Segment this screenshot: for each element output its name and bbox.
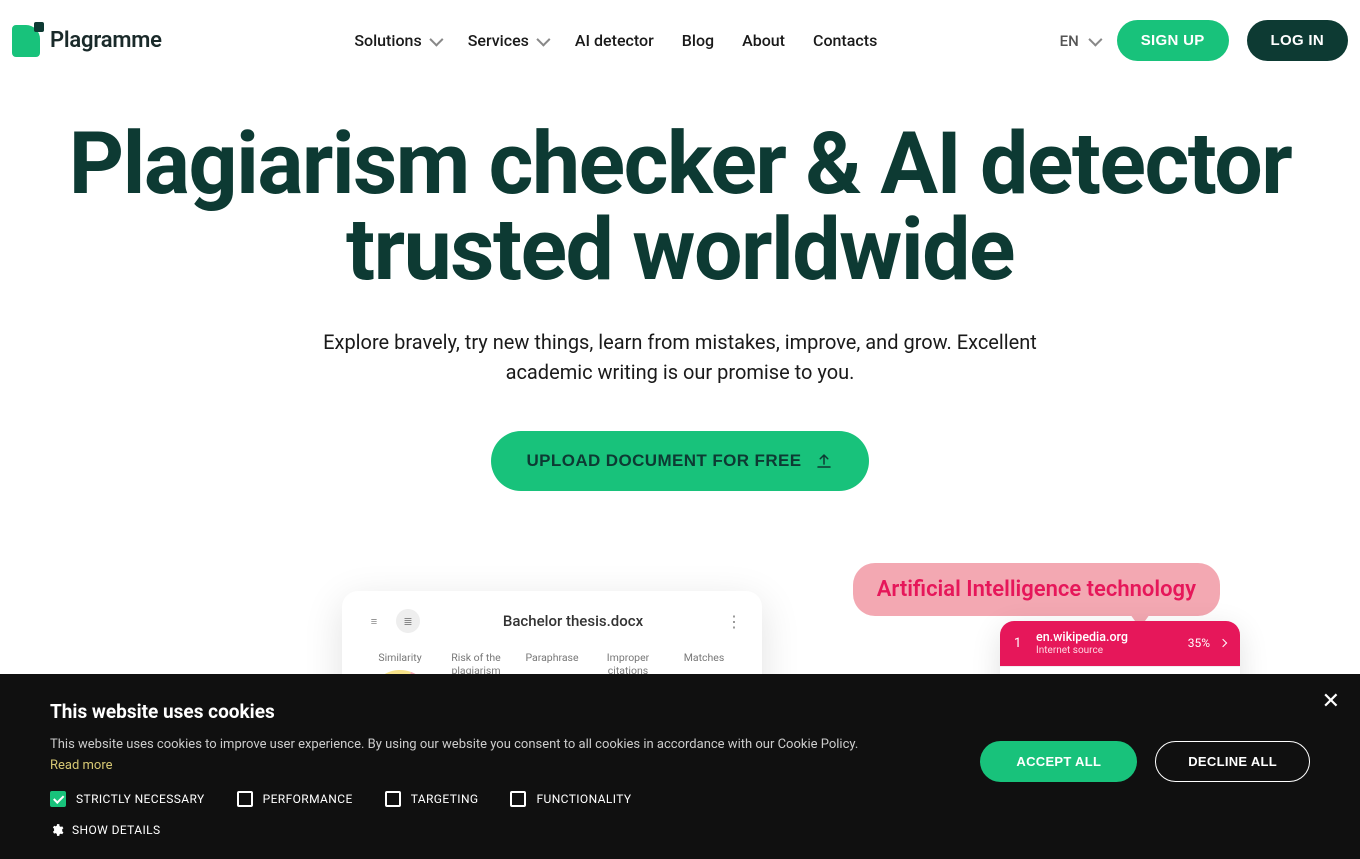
nav-ai-detector[interactable]: AI detector bbox=[575, 31, 654, 50]
metric-label: Similarity bbox=[362, 651, 438, 664]
source-domain: en.wikipedia.org bbox=[1036, 631, 1178, 645]
close-icon: ✕ bbox=[1322, 688, 1340, 713]
checkbox-checked-icon bbox=[50, 791, 66, 807]
nav-label: Services bbox=[468, 31, 529, 50]
list-view-icon: ≡ bbox=[362, 609, 386, 633]
metric-label: Paraphrase bbox=[514, 651, 590, 664]
metric-label: Matches bbox=[666, 651, 742, 664]
opt-label: PERFORMANCE bbox=[263, 792, 353, 806]
source-row: 1 en.wikipedia.org Internet source 35% bbox=[1000, 621, 1240, 667]
cookie-opt-targeting[interactable]: TARGETING bbox=[385, 791, 479, 807]
nav-about[interactable]: About bbox=[742, 31, 785, 50]
opt-label: STRICTLY NECESSARY bbox=[76, 792, 205, 806]
nav-label: AI detector bbox=[575, 31, 654, 50]
chevron-down-icon bbox=[536, 32, 550, 46]
chevron-down-icon bbox=[1088, 32, 1102, 46]
opt-label: FUNCTIONALITY bbox=[536, 792, 631, 806]
signup-button[interactable]: SIGN UP bbox=[1117, 20, 1229, 61]
cookie-text: This website uses cookies to improve use… bbox=[50, 735, 920, 755]
nav-contacts[interactable]: Contacts bbox=[813, 31, 877, 50]
main-nav: Solutions Services AI detector Blog Abou… bbox=[354, 31, 877, 50]
login-button[interactable]: LOG IN bbox=[1247, 20, 1348, 61]
nav-label: Solutions bbox=[354, 31, 421, 50]
nav-services[interactable]: Services bbox=[468, 31, 547, 50]
checkbox-icon bbox=[510, 791, 526, 807]
checkbox-icon bbox=[385, 791, 401, 807]
show-details-label: SHOW DETAILS bbox=[72, 823, 161, 837]
cookie-title: This website uses cookies bbox=[50, 700, 1310, 723]
header-right: EN SIGN UP LOG IN bbox=[1060, 20, 1348, 61]
cookie-opt-necessary[interactable]: STRICTLY NECESSARY bbox=[50, 791, 205, 807]
cookie-opt-functionality[interactable]: FUNCTIONALITY bbox=[510, 791, 631, 807]
cookie-banner: ✕ This website uses cookies This website… bbox=[0, 674, 1360, 859]
chevron-right-icon bbox=[1219, 639, 1227, 647]
source-percent: 35% bbox=[1188, 636, 1210, 650]
callout-ai: Artificial Intelligence technology bbox=[853, 563, 1220, 616]
chart-view-icon: ≣ bbox=[396, 609, 420, 633]
hero: Plagiarism checker & AI detector trusted… bbox=[0, 81, 1360, 491]
cookie-read-more-link[interactable]: Read more bbox=[50, 758, 113, 773]
upload-icon bbox=[815, 452, 833, 470]
site-header: Plagramme Solutions Services AI detector… bbox=[0, 0, 1360, 81]
nav-label: Contacts bbox=[813, 31, 877, 50]
checkbox-icon bbox=[237, 791, 253, 807]
nav-blog[interactable]: Blog bbox=[682, 31, 714, 50]
document-title: Bachelor thesis.docx bbox=[430, 612, 716, 630]
logo-mark-icon bbox=[12, 25, 40, 57]
close-button[interactable]: ✕ bbox=[1322, 688, 1340, 714]
more-icon: ⋮ bbox=[726, 612, 742, 631]
opt-label: TARGETING bbox=[411, 792, 479, 806]
hero-subtext: Explore bravely, try new things, learn f… bbox=[290, 327, 1070, 387]
language-current: EN bbox=[1060, 32, 1079, 50]
source-type: Internet source bbox=[1036, 645, 1178, 656]
cookie-opt-performance[interactable]: PERFORMANCE bbox=[237, 791, 353, 807]
show-details-button[interactable]: SHOW DETAILS bbox=[50, 823, 920, 837]
nav-label: About bbox=[742, 31, 785, 50]
logo-text: Plagramme bbox=[50, 28, 162, 53]
upload-button[interactable]: UPLOAD DOCUMENT FOR FREE bbox=[491, 431, 870, 491]
nav-label: Blog bbox=[682, 31, 714, 50]
upload-button-label: UPLOAD DOCUMENT FOR FREE bbox=[527, 451, 802, 471]
chevron-down-icon bbox=[429, 32, 443, 46]
decline-all-button[interactable]: DECLINE ALL bbox=[1155, 741, 1310, 782]
hero-headline: Plagiarism checker & AI detector trusted… bbox=[40, 121, 1320, 293]
nav-solutions[interactable]: Solutions bbox=[354, 31, 439, 50]
language-selector[interactable]: EN bbox=[1060, 32, 1099, 50]
logo[interactable]: Plagramme bbox=[12, 25, 212, 57]
gear-icon bbox=[50, 823, 64, 837]
accept-all-button[interactable]: ACCEPT ALL bbox=[980, 741, 1137, 782]
source-rank: 1 bbox=[1014, 636, 1026, 651]
